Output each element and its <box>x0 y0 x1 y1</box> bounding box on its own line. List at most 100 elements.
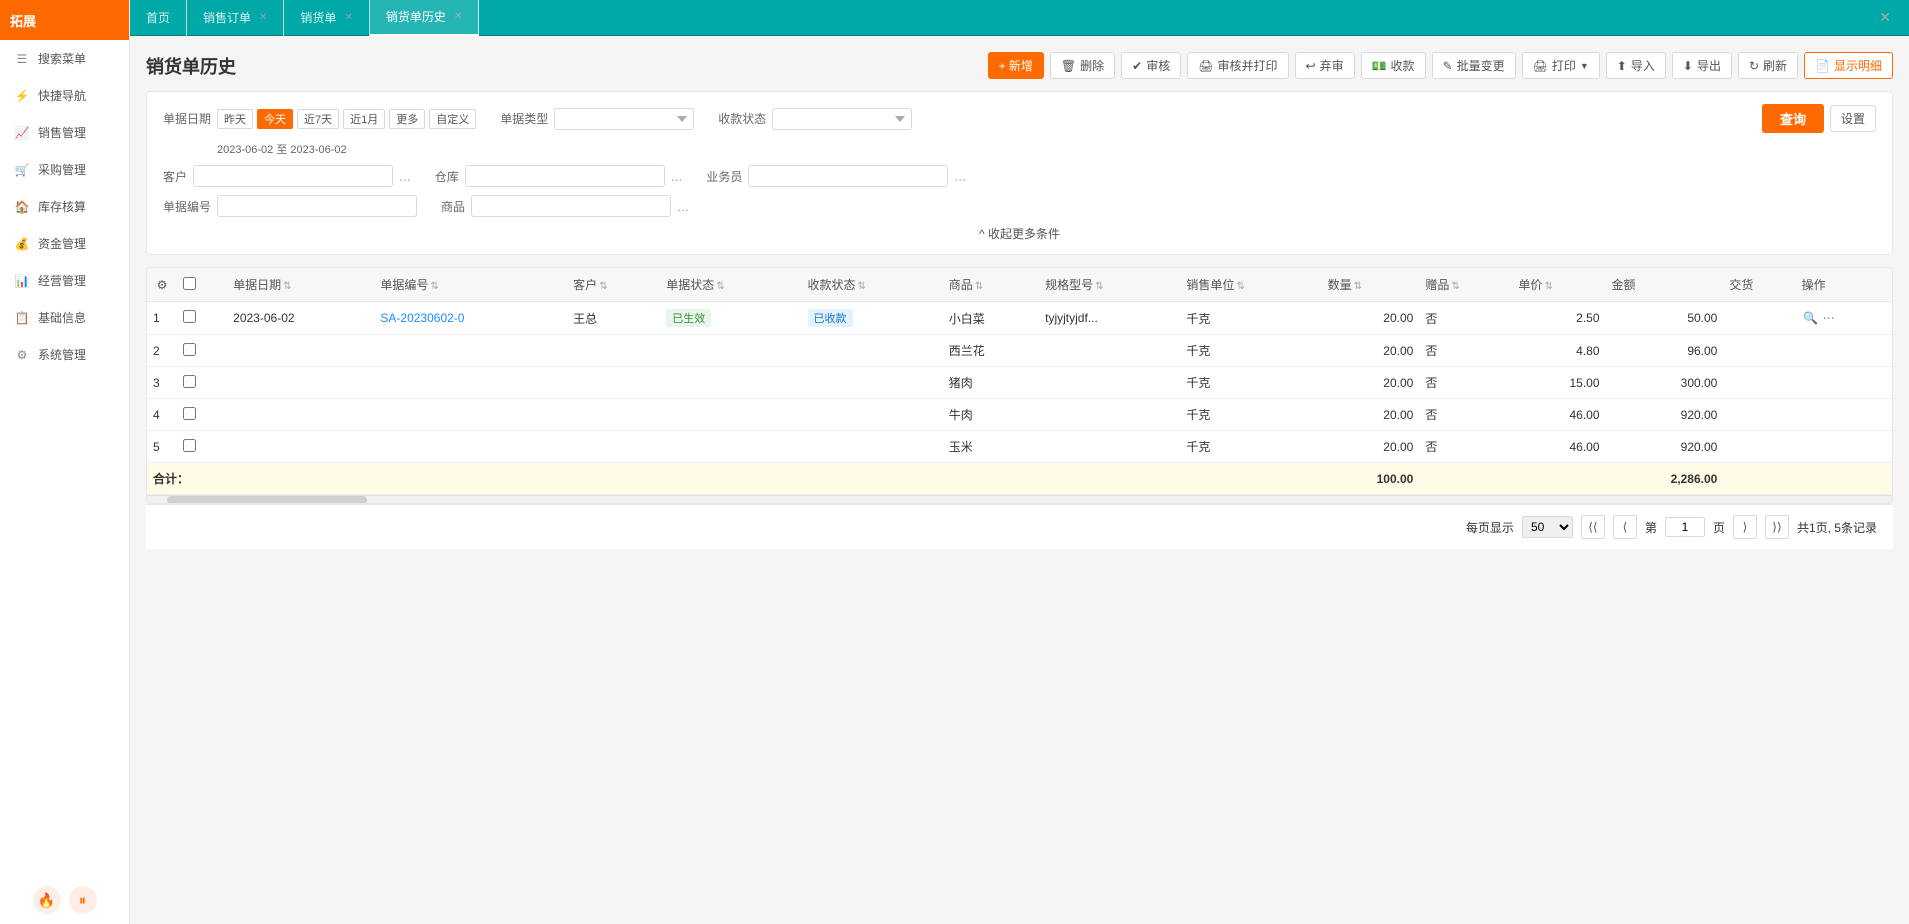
th-goods[interactable]: 商品⇅ <box>943 268 1039 302</box>
batch-change-button[interactable]: ✎ 批量变更 <box>1432 52 1516 79</box>
tab-home[interactable]: 首页 <box>130 0 187 36</box>
date-btn-custom[interactable]: 自定义 <box>429 109 476 129</box>
th-gift[interactable]: 赠品⇅ <box>1419 268 1512 302</box>
refresh-button[interactable]: ↻ 刷新 <box>1738 52 1798 79</box>
th-date[interactable]: 单据日期⇅ <box>227 268 374 302</box>
row-checkbox[interactable] <box>177 431 227 463</box>
date-btn-1month[interactable]: 近1月 <box>343 109 385 129</box>
audit-print-icon: 🖨 <box>1198 59 1213 73</box>
per-page-select[interactable]: 50 100 200 <box>1522 516 1573 538</box>
sidebar-item-ops-mgmt[interactable]: 📊 经营管理 <box>0 262 129 299</box>
row-doc-no[interactable] <box>374 431 567 463</box>
doc-no-input[interactable] <box>217 195 417 217</box>
window-close-btn[interactable]: ✕ <box>1871 5 1899 30</box>
customer-dots[interactable]: ... <box>399 168 411 184</box>
tab-sales-order-close[interactable]: ✕ <box>259 12 267 23</box>
sidebar-item-sys-mgmt[interactable]: ⚙ 系统管理 <box>0 336 129 373</box>
row-select-checkbox[interactable] <box>183 407 196 420</box>
th-doc-no[interactable]: 单据编号⇅ <box>374 268 567 302</box>
customer-input[interactable] <box>193 165 393 187</box>
sidebar-item-sales-mgmt[interactable]: 📈 销售管理 <box>0 114 129 151</box>
query-button[interactable]: 查询 <box>1762 104 1824 133</box>
row-doc-no[interactable] <box>374 335 567 367</box>
th-spec[interactable]: 规格型号⇅ <box>1039 268 1180 302</box>
view-icon[interactable]: 🔍 <box>1802 309 1820 327</box>
row-checkbox[interactable] <box>177 335 227 367</box>
warehouse-input[interactable] <box>465 165 665 187</box>
print-button[interactable]: 🖨 打印 ▼ <box>1522 52 1600 79</box>
pause-icon-btn[interactable]: ⏸ <box>69 886 97 914</box>
sales-mgmt-icon: 📈 <box>14 125 30 141</box>
staff-input[interactable] <box>748 165 948 187</box>
th-delivery[interactable]: 交货 <box>1723 268 1795 302</box>
horizontal-scrollbar[interactable] <box>147 495 1892 503</box>
page-first-btn[interactable]: ⟨⟨ <box>1581 515 1605 539</box>
staff-dots[interactable]: ... <box>954 168 966 184</box>
tab-sales-order[interactable]: 销售订单 ✕ <box>187 0 284 36</box>
row-delivery <box>1723 367 1795 399</box>
row-select-checkbox[interactable] <box>183 310 196 323</box>
row-doc-no[interactable] <box>374 367 567 399</box>
show-detail-button[interactable]: 📄 显示明细 <box>1804 52 1893 79</box>
audit-button[interactable]: ✔ 审核 <box>1121 52 1181 79</box>
row-checkbox[interactable] <box>177 399 227 431</box>
goods-dots[interactable]: ... <box>677 198 689 214</box>
row-checkbox[interactable] <box>177 367 227 399</box>
sidebar-item-inventory[interactable]: 🏠 库存核算 <box>0 188 129 225</box>
tab-sales-goods[interactable]: 销货单 ✕ <box>284 0 369 36</box>
th-doc-status[interactable]: 单据状态⇅ <box>660 268 801 302</box>
search-menu-icon: ☰ <box>14 51 30 67</box>
sidebar-item-purchase-mgmt[interactable]: 🛒 采购管理 <box>0 151 129 188</box>
collapse-button[interactable]: ^ 收起更多条件 <box>979 225 1060 242</box>
page-last-btn[interactable]: ⟩⟩ <box>1765 515 1789 539</box>
th-checkbox[interactable] <box>177 268 227 302</box>
row-select-checkbox[interactable] <box>183 439 196 452</box>
goods-input[interactable] <box>471 195 671 217</box>
scrollbar-thumb[interactable] <box>167 496 367 504</box>
row-doc-no[interactable]: SA-20230602-0 <box>374 302 567 335</box>
sidebar-item-search-menu[interactable]: ☰ 搜索菜单 <box>0 40 129 77</box>
th-unit[interactable]: 销售单位⇅ <box>1180 268 1321 302</box>
tab-sales-history[interactable]: 销货单历史 ✕ <box>370 0 479 36</box>
audit-print-button[interactable]: 🖨 审核并打印 <box>1187 52 1288 79</box>
th-gear[interactable]: ⚙ <box>147 268 177 302</box>
row-customer <box>567 367 660 399</box>
tab-sales-goods-close[interactable]: ✕ <box>344 12 352 23</box>
page-next-btn[interactable]: ⟩ <box>1733 515 1757 539</box>
date-btn-7days[interactable]: 近7天 <box>297 109 339 129</box>
import-button[interactable]: ⬆ 导入 <box>1606 52 1666 79</box>
select-all-checkbox[interactable] <box>183 277 196 290</box>
date-btn-today[interactable]: 今天 <box>257 109 293 129</box>
discard-button[interactable]: ↩ 弃审 <box>1295 52 1355 79</box>
fire-icon-btn[interactable]: 🔥 <box>33 886 61 914</box>
sidebar-item-basic-info[interactable]: 📋 基础信息 <box>0 299 129 336</box>
date-btn-yesterday[interactable]: 昨天 <box>217 109 253 129</box>
row-select-checkbox[interactable] <box>183 375 196 388</box>
collect-status-select[interactable] <box>772 108 912 130</box>
tab-sales-history-close[interactable]: ✕ <box>454 11 462 22</box>
more-icon[interactable]: ⋯ <box>1820 309 1838 327</box>
row-select-checkbox[interactable] <box>183 343 196 356</box>
row-delivery <box>1723 399 1795 431</box>
page-number-input[interactable] <box>1665 517 1705 537</box>
th-customer[interactable]: 客户⇅ <box>567 268 660 302</box>
new-button[interactable]: + 新增 <box>988 52 1044 79</box>
sidebar-item-quick-nav[interactable]: ⚡ 快捷导航 <box>0 77 129 114</box>
sidebar-item-finance[interactable]: 💰 资金管理 <box>0 225 129 262</box>
settings-button[interactable]: 设置 <box>1830 105 1876 132</box>
row-doc-no[interactable] <box>374 399 567 431</box>
date-btn-more[interactable]: 更多 <box>389 109 425 129</box>
doc-type-select[interactable] <box>554 108 694 130</box>
delete-button[interactable]: 🗑 删除 <box>1050 52 1115 79</box>
th-qty[interactable]: 数量⇅ <box>1322 268 1420 302</box>
warehouse-dots[interactable]: ... <box>671 168 683 184</box>
th-amount[interactable]: 金额 <box>1606 268 1724 302</box>
th-collect-status[interactable]: 收款状态⇅ <box>802 268 943 302</box>
sys-mgmt-icon: ⚙ <box>14 347 30 363</box>
row-qty: 20.00 <box>1322 335 1420 367</box>
export-button[interactable]: ⬇ 导出 <box>1672 52 1732 79</box>
page-prev-btn[interactable]: ⟨ <box>1613 515 1637 539</box>
row-checkbox[interactable] <box>177 302 227 335</box>
collect-button[interactable]: 💵 收款 <box>1361 52 1426 79</box>
th-price[interactable]: 单价⇅ <box>1512 268 1605 302</box>
